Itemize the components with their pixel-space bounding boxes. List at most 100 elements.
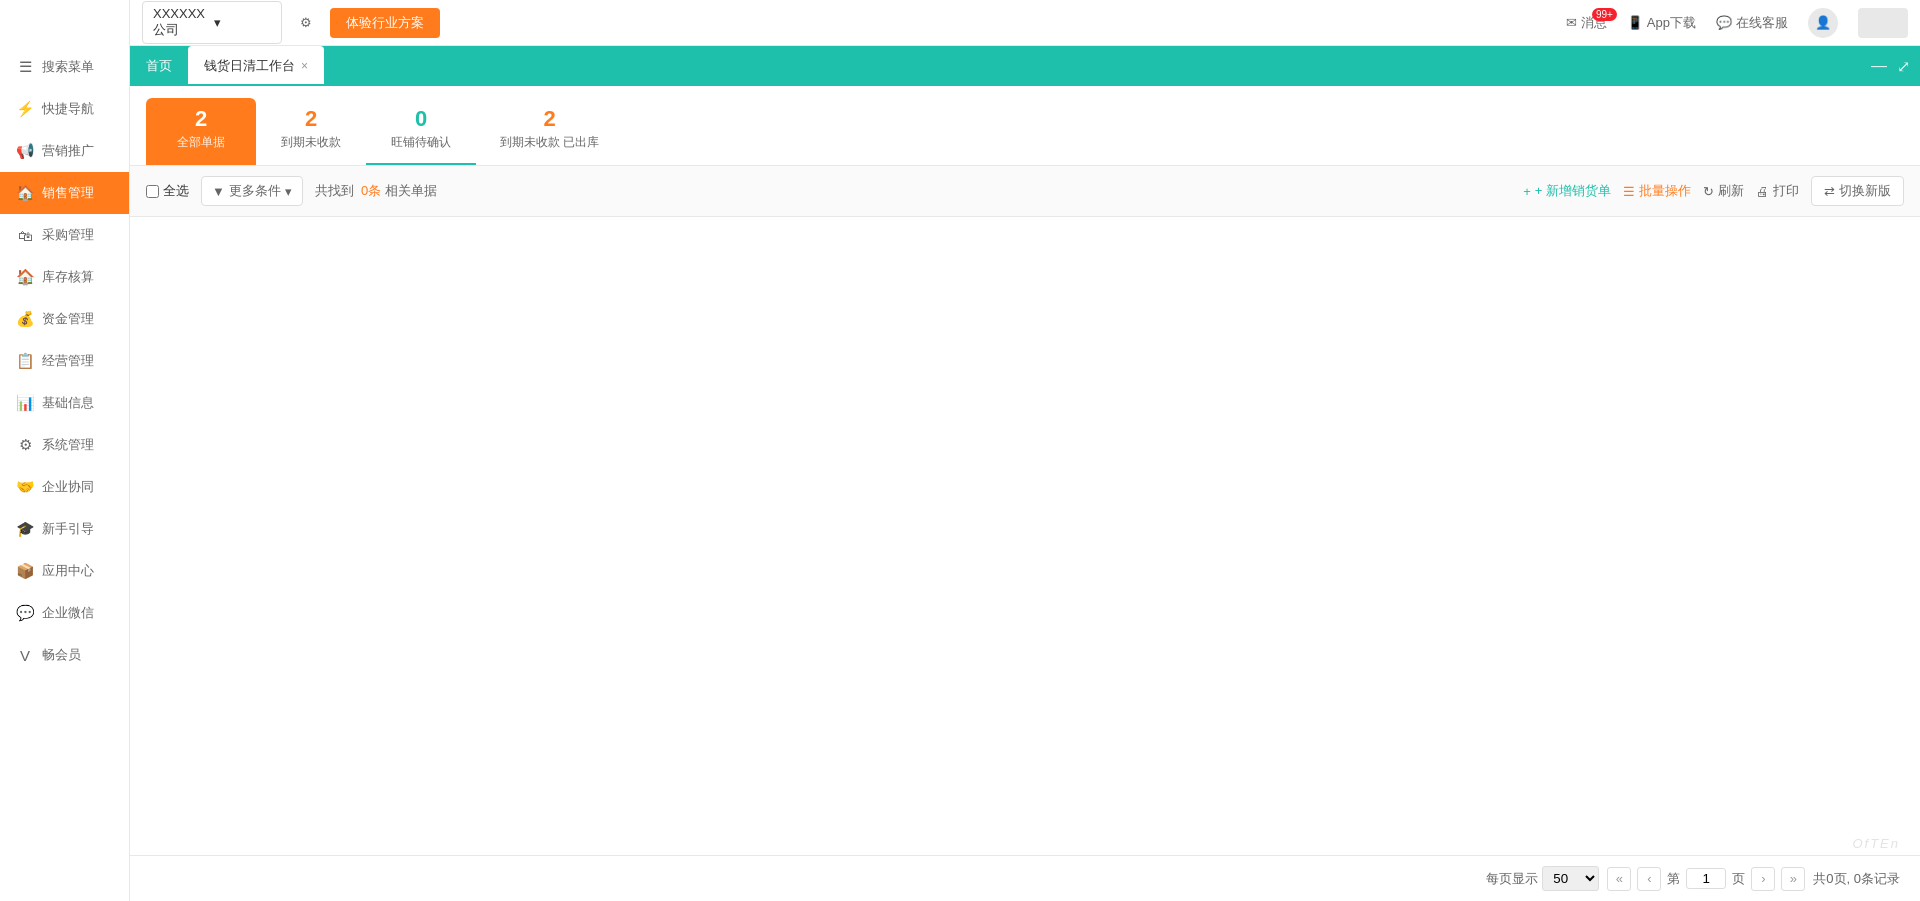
sidebar-label-purchase-mgmt: 采购管理 — [42, 226, 94, 244]
select-all-label: 全选 — [163, 182, 189, 200]
stat-tab-pending[interactable]: 0 旺铺待确认 — [366, 98, 476, 165]
wechat-icon: 💬 — [16, 604, 34, 622]
avatar[interactable]: 👤 — [1808, 8, 1838, 38]
sys-mgmt-icon: ⚙ — [16, 436, 34, 454]
refresh-button[interactable]: ↻ 刷新 — [1703, 182, 1744, 200]
main-content: 2 全部单据 2 到期未收款 0 旺铺待确认 2 到期未收款 已出库 全选 — [130, 86, 1920, 901]
guide-icon: 🎓 — [16, 520, 34, 538]
add-sale-label: + 新增销货单 — [1535, 182, 1611, 200]
username-area[interactable] — [1858, 8, 1908, 38]
message-badge: 99+ — [1592, 8, 1617, 21]
operations-icon: 📋 — [16, 352, 34, 370]
last-page-button[interactable]: » — [1781, 867, 1805, 891]
app-download-button[interactable]: 📱 App下载 — [1627, 14, 1696, 32]
switch-version-button[interactable]: ⇄ 切换新版 — [1811, 176, 1904, 206]
tab-minimize-btn[interactable]: — — [1871, 57, 1887, 75]
toolbar: 全选 ▼ 更多条件 ▾ 共找到 0条 相关单据 + + 新增销货单 — [130, 166, 1920, 217]
prev-page-button[interactable]: ‹ — [1637, 867, 1661, 891]
sidebar-item-base-info[interactable]: 📊 基础信息 — [0, 382, 129, 424]
filter-button[interactable]: ▼ 更多条件 ▾ — [201, 176, 303, 206]
sidebar-item-member[interactable]: V 畅会员 — [0, 634, 129, 676]
tab-qianghuo-label: 钱货日清工作台 — [204, 57, 295, 75]
found-suffix: 相关单据 — [385, 183, 437, 198]
sidebar-item-search-menu[interactable]: ☰ 搜索菜单 — [0, 46, 129, 88]
print-label: 打印 — [1773, 182, 1799, 200]
tab-close-icon[interactable]: × — [301, 59, 308, 73]
company-name: XXXXXX公司 — [153, 6, 210, 39]
stat-tab-overdue[interactable]: 2 到期未收款 — [256, 98, 366, 165]
sidebar-label-search-menu: 搜索菜单 — [42, 58, 94, 76]
company-selector[interactable]: XXXXXX公司 ▾ — [142, 1, 282, 44]
marketing-icon: 📢 — [16, 142, 34, 160]
first-page-button[interactable]: « — [1607, 867, 1631, 891]
app-download-label: App下载 — [1647, 14, 1696, 32]
sidebar-label-member: 畅会员 — [42, 646, 81, 664]
settings-button[interactable]: ⚙ — [290, 7, 322, 39]
found-count: 0条 — [361, 183, 381, 198]
sidebar-label-base-info: 基础信息 — [42, 394, 94, 412]
header-right: ✉ 消息 99+ 📱 App下载 💬 在线客服 👤 — [1566, 8, 1908, 38]
per-page-label: 每页显示 — [1486, 870, 1538, 888]
sidebar-label-app-center: 应用中心 — [42, 562, 94, 580]
messages-button[interactable]: ✉ 消息 99+ — [1566, 14, 1607, 32]
page-total: 共0页, 0条记录 — [1813, 870, 1900, 888]
tabs-right-controls: — ⤢ — [1871, 57, 1920, 76]
tab-expand-btn[interactable]: ⤢ — [1897, 57, 1910, 76]
base-info-icon: 📊 — [16, 394, 34, 412]
print-icon: 🖨 — [1756, 184, 1769, 199]
tab-qianghuo[interactable]: 钱货日清工作台 × — [188, 46, 324, 86]
table-area — [130, 217, 1920, 717]
stat-tab-all[interactable]: 2 全部单据 — [146, 98, 256, 165]
pagination-bar: 每页显示 10 20 50 100 « ‹ 第 页 › » 共0页, 0条记录 — [130, 855, 1920, 901]
switch-icon: ⇄ — [1824, 184, 1835, 199]
sidebar-label-guide: 新手引导 — [42, 520, 94, 538]
inventory-icon: 🏠 — [16, 268, 34, 286]
sidebar-item-inventory[interactable]: 🏠 库存核算 — [0, 256, 129, 298]
sidebar: ☰ 搜索菜单 ⚡ 快捷导航 📢 营销推广 🏠 销售管理 🛍 采购管理 🏠 库存核… — [0, 0, 130, 901]
sidebar-item-marketing[interactable]: 📢 营销推广 — [0, 130, 129, 172]
page-size-select: 每页显示 10 20 50 100 — [1486, 866, 1599, 891]
tab-home[interactable]: 首页 — [130, 46, 188, 86]
sidebar-item-purchase-mgmt[interactable]: 🛍 采购管理 — [0, 214, 129, 256]
add-sale-button[interactable]: + + 新增销货单 — [1523, 182, 1611, 200]
mobile-icon: 📱 — [1627, 15, 1643, 30]
stat-num-all: 2 — [195, 106, 207, 132]
sidebar-item-sys-mgmt[interactable]: ⚙ 系统管理 — [0, 424, 129, 466]
sidebar-item-wechat[interactable]: 💬 企业微信 — [0, 592, 129, 634]
stat-num-overdue: 2 — [305, 106, 317, 132]
stat-label-overdue: 到期未收款 — [281, 134, 341, 151]
select-all-checkbox[interactable] — [146, 185, 159, 198]
content-area: 2 全部单据 2 到期未收款 0 旺铺待确认 2 到期未收款 已出库 全选 — [130, 86, 1920, 901]
per-page-dropdown[interactable]: 10 20 50 100 — [1542, 866, 1599, 891]
filter-icon: ▼ — [212, 184, 225, 199]
sidebar-item-guide[interactable]: 🎓 新手引导 — [0, 508, 129, 550]
sidebar-label-quick-nav: 快捷导航 — [42, 100, 94, 118]
sidebar-item-app-center[interactable]: 📦 应用中心 — [0, 550, 129, 592]
sidebar-item-sales-mgmt[interactable]: 🏠 销售管理 — [0, 172, 129, 214]
stat-tab-overdue-shipped[interactable]: 2 到期未收款 已出库 — [476, 98, 623, 165]
tabs-bar: 首页 钱货日清工作台 × — ⤢ — [130, 46, 1920, 86]
online-service-label: 在线客服 — [1736, 14, 1788, 32]
filter-dropdown-icon: ▾ — [285, 184, 292, 199]
print-button[interactable]: 🖨 打印 — [1756, 182, 1799, 200]
online-service-button[interactable]: 💬 在线客服 — [1716, 14, 1788, 32]
page-number-input[interactable] — [1686, 868, 1726, 889]
found-text: 共找到 0条 相关单据 — [315, 182, 437, 200]
select-all-area[interactable]: 全选 — [146, 182, 189, 200]
sidebar-item-cooperation[interactable]: 🤝 企业协同 — [0, 466, 129, 508]
next-page-button[interactable]: › — [1751, 867, 1775, 891]
sidebar-item-finance[interactable]: 💰 资金管理 — [0, 298, 129, 340]
quick-nav-icon: ⚡ — [16, 100, 34, 118]
sidebar-label-sys-mgmt: 系统管理 — [42, 436, 94, 454]
company-dropdown-icon: ▾ — [214, 15, 271, 30]
service-icon: 💬 — [1716, 15, 1732, 30]
sidebar-item-operations[interactable]: 📋 经营管理 — [0, 340, 129, 382]
batch-ops-button[interactable]: ☰ 批量操作 — [1623, 182, 1691, 200]
sidebar-label-finance: 资金管理 — [42, 310, 94, 328]
experience-button[interactable]: 体验行业方案 — [330, 8, 440, 38]
avatar-icon: 👤 — [1815, 15, 1831, 30]
message-icon: ✉ — [1566, 15, 1577, 30]
stat-label-overdue-shipped: 到期未收款 已出库 — [500, 134, 599, 151]
sidebar-item-quick-nav[interactable]: ⚡ 快捷导航 — [0, 88, 129, 130]
top-header: 6 畅捷通好生意 标准版 XXXXXX公司 ▾ ⚙ 体验行业方案 ✉ 消息 99… — [0, 0, 1920, 46]
